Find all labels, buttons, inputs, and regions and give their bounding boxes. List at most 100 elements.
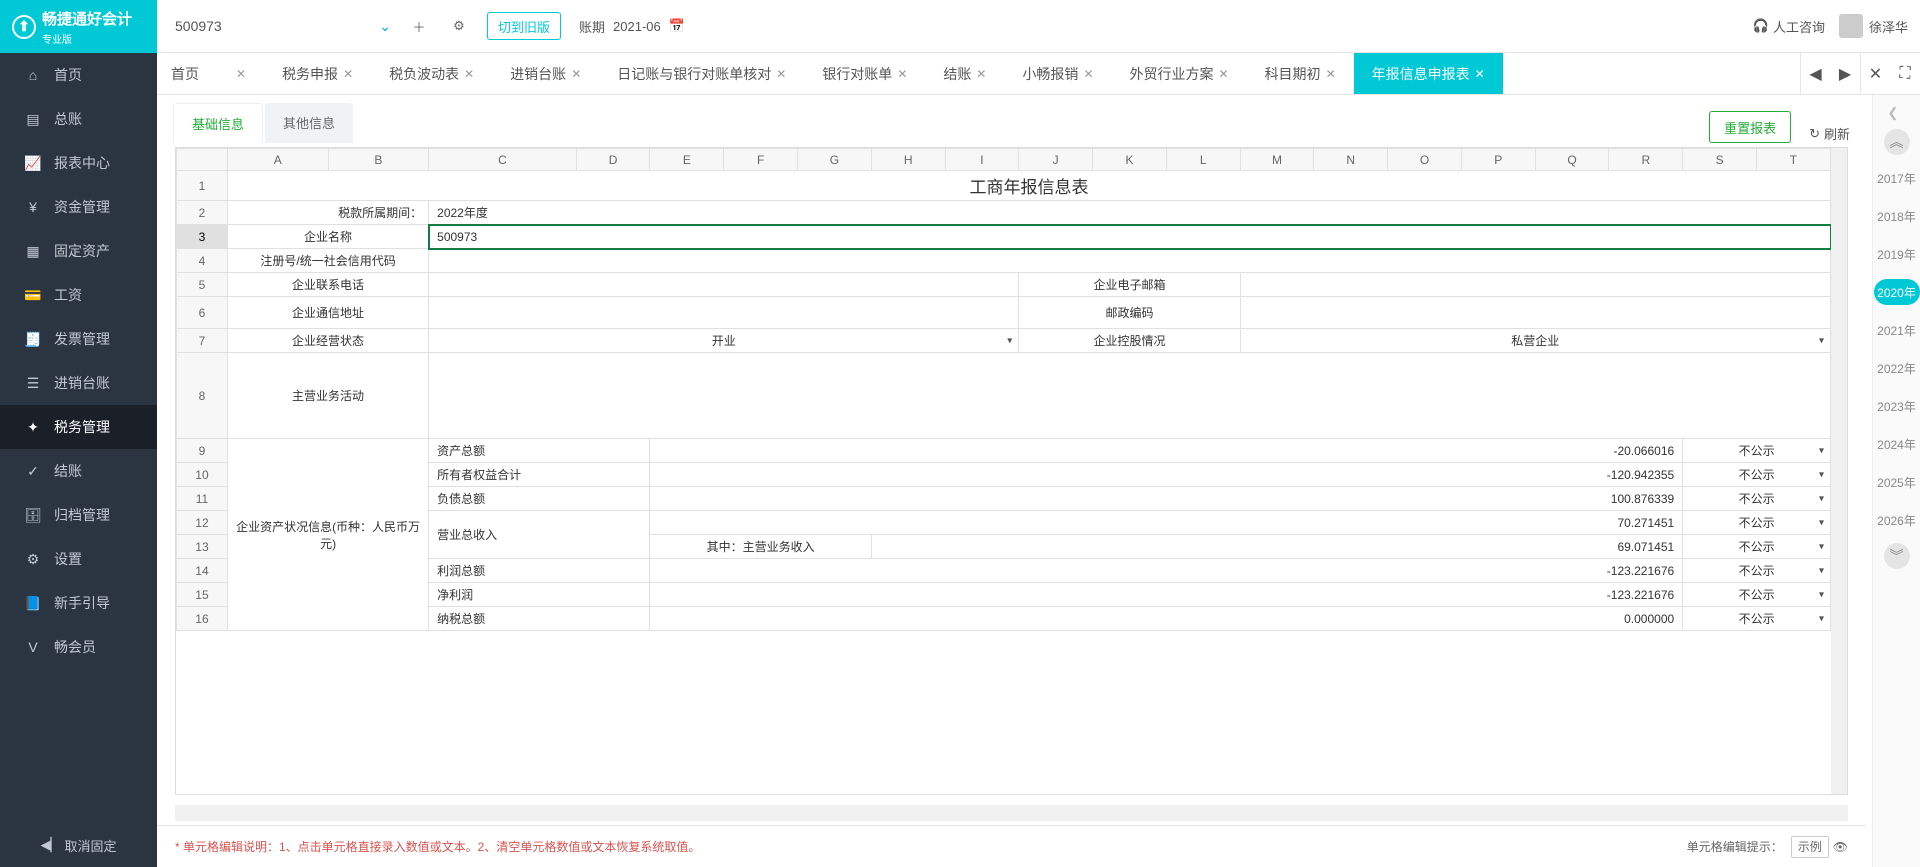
row-header[interactable]: 14 [177, 559, 228, 583]
owner-equity-disclose[interactable]: 不公示 [1683, 463, 1831, 487]
sidebar-item-home[interactable]: ⌂首页 [0, 53, 157, 97]
period-value-cell[interactable]: 2022年度 [429, 201, 1831, 225]
close-icon[interactable]: ✕ [1326, 67, 1336, 81]
main-revenue-value[interactable]: 69.071451 [871, 535, 1682, 559]
year-item[interactable]: 2022年 [1874, 349, 1920, 387]
tab-inventory[interactable]: 进销台账✕ [492, 53, 599, 94]
close-icon[interactable]: ✕ [776, 67, 786, 81]
tax-total-label[interactable]: 纳税总额 [429, 607, 650, 631]
calendar-icon[interactable]: 📅 [669, 18, 685, 34]
owner-equity-label[interactable]: 所有者权益合计 [429, 463, 650, 487]
row-header[interactable]: 4 [177, 249, 228, 273]
year-item[interactable]: 2024年 [1874, 425, 1920, 463]
year-collapse-icon[interactable]: ❮ [1888, 105, 1906, 121]
sidebar-item-asset[interactable]: ▦固定资产 [0, 229, 157, 273]
company-name-label[interactable]: 企业名称 [227, 225, 428, 249]
sidebar-unpin[interactable]: ◀▏ 取消固定 [0, 823, 157, 867]
year-next[interactable]: ︾ [1884, 543, 1910, 569]
row-header[interactable]: 16 [177, 607, 228, 631]
row-header[interactable]: 15 [177, 583, 228, 607]
email-label[interactable]: 企业电子邮箱 [1019, 273, 1240, 297]
tab-close-period[interactable]: 结账✕ [925, 53, 1004, 94]
liabilities-value[interactable]: 100.876339 [650, 487, 1683, 511]
col-header[interactable]: E [650, 149, 724, 171]
row-header[interactable]: 8 [177, 353, 228, 439]
add-button[interactable]: ＋ [403, 10, 435, 42]
col-header[interactable]: S [1683, 149, 1757, 171]
tab-reimburse[interactable]: 小畅报销✕ [1004, 53, 1111, 94]
corner-cell[interactable] [177, 149, 228, 171]
reg-code-label[interactable]: 注册号/统一社会信用代码 [227, 249, 428, 273]
col-header[interactable]: H [871, 149, 945, 171]
sheet-body[interactable]: A B C D E F G H I J K L [176, 148, 1831, 794]
profit-value[interactable]: -123.221676 [650, 559, 1683, 583]
sidebar-item-vip[interactable]: V畅会员 [0, 625, 157, 669]
eye-icon[interactable]: 👁 [1833, 840, 1848, 854]
tabs-next[interactable]: ▶ [1830, 53, 1860, 95]
col-header[interactable]: N [1314, 149, 1388, 171]
close-icon[interactable]: ✕ [1219, 67, 1229, 81]
tab-1[interactable]: ✕ [213, 53, 264, 94]
sidebar-item-invoice[interactable]: 🧾发票管理 [0, 317, 157, 361]
row-header[interactable]: 2 [177, 201, 228, 225]
row-header[interactable]: 7 [177, 329, 228, 353]
tabs-prev[interactable]: ◀ [1800, 53, 1830, 95]
user-menu[interactable]: 徐泽华 [1839, 14, 1908, 38]
company-select[interactable]: 500973 ⌄ [169, 10, 399, 42]
tab-tax-burden[interactable]: 税负波动表✕ [371, 53, 492, 94]
vertical-scrollbar[interactable] [1831, 148, 1847, 794]
postcode-cell[interactable] [1240, 297, 1830, 329]
close-icon[interactable]: ✕ [1083, 67, 1093, 81]
col-header[interactable]: A [227, 149, 328, 171]
reset-report-button[interactable]: 重置报表 [1709, 111, 1791, 143]
sidebar-item-guide[interactable]: 📘新手引导 [0, 581, 157, 625]
phone-label[interactable]: 企业联系电话 [227, 273, 428, 297]
col-header[interactable]: P [1461, 149, 1535, 171]
col-header[interactable]: Q [1535, 149, 1609, 171]
col-header[interactable]: G [798, 149, 872, 171]
year-item[interactable]: 2021年 [1874, 311, 1920, 349]
tab-journal-bank[interactable]: 日记账与银行对账单核对✕ [599, 53, 804, 94]
address-cell[interactable] [429, 297, 1019, 329]
close-icon[interactable]: ✕ [343, 67, 353, 81]
row-header[interactable]: 3 [177, 225, 228, 249]
row-header[interactable]: 6 [177, 297, 228, 329]
col-header[interactable]: J [1019, 149, 1093, 171]
sidebar-item-fund[interactable]: ¥资金管理 [0, 185, 157, 229]
example-button[interactable]: 示例 [1791, 836, 1829, 858]
year-item[interactable]: 2018年 [1874, 197, 1920, 235]
col-header[interactable]: T [1756, 149, 1830, 171]
row-header[interactable]: 13 [177, 535, 228, 559]
liabilities-disclose[interactable]: 不公示 [1683, 487, 1831, 511]
col-header[interactable]: R [1609, 149, 1683, 171]
col-header[interactable]: I [945, 149, 1019, 171]
sidebar-item-tax[interactable]: ✦税务管理 [0, 405, 157, 449]
col-header[interactable]: L [1166, 149, 1240, 171]
close-icon[interactable]: ✕ [464, 67, 474, 81]
company-name-cell[interactable]: 500973 [429, 225, 1831, 249]
sidebar-item-inventory[interactable]: ☰进销台账 [0, 361, 157, 405]
settings-button[interactable]: ⚙ [443, 10, 475, 42]
reg-code-cell[interactable] [429, 249, 1831, 273]
year-item[interactable]: 2026年 [1874, 501, 1920, 539]
year-item[interactable]: 2025年 [1874, 463, 1920, 501]
main-biz-label[interactable]: 主营业务活动 [227, 353, 428, 439]
col-header[interactable]: D [576, 149, 650, 171]
tax-total-disclose[interactable]: 不公示 [1683, 607, 1831, 631]
status-select[interactable]: 开业 [429, 329, 1019, 353]
horizontal-scrollbar[interactable] [175, 805, 1848, 821]
sidebar-item-ledger[interactable]: ▤总账 [0, 97, 157, 141]
row-header[interactable]: 9 [177, 439, 228, 463]
col-header[interactable]: B [328, 149, 429, 171]
sub-tab-other[interactable]: 其他信息 [265, 103, 353, 143]
brand-logo[interactable]: ⬆ 畅捷通好会计 专业版 [0, 0, 157, 53]
tab-annual-report[interactable]: 年报信息申报表✕ [1354, 53, 1503, 94]
old-version-button[interactable]: 切到旧版 [487, 12, 561, 40]
col-header[interactable]: M [1240, 149, 1314, 171]
tab-home[interactable]: 首页 [157, 53, 213, 94]
revenue-label[interactable]: 营业总收入 [429, 511, 650, 559]
row-header[interactable]: 1 [177, 171, 228, 201]
col-header[interactable]: C [429, 149, 577, 171]
close-icon[interactable]: ✕ [236, 67, 246, 81]
row-header[interactable]: 5 [177, 273, 228, 297]
